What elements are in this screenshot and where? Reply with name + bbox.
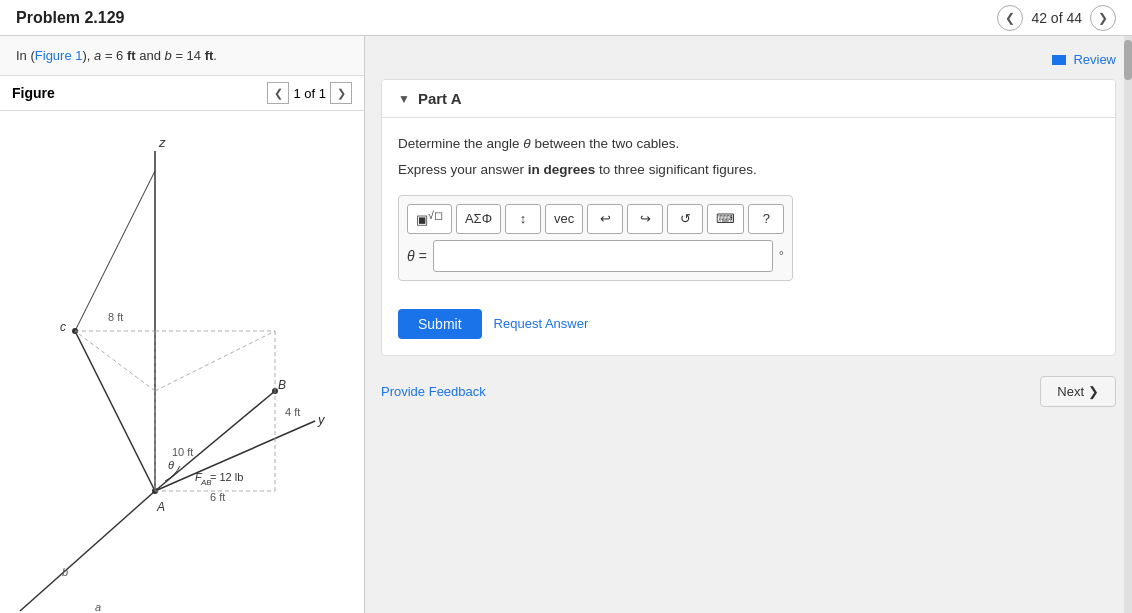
svg-text:10 ft: 10 ft (172, 446, 193, 458)
problem-text-line1: Determine the angle θ between the two ca… (398, 134, 1099, 154)
figure-title: Figure (12, 85, 55, 101)
refresh-button[interactable]: ↺ (667, 204, 703, 234)
answer-unit: ° (779, 248, 784, 263)
svg-text:B: B (278, 378, 286, 392)
undo-icon: ↩ (600, 211, 611, 226)
next-figure-button[interactable]: ❯ (330, 82, 352, 104)
prev-figure-button[interactable]: ❮ (267, 82, 289, 104)
next-arrow-icon: ❯ (1088, 384, 1099, 399)
action-row: Submit Request Answer (398, 309, 1099, 339)
main-layout: In (Figure 1), a = 6 ft and b = 14 ft. F… (0, 36, 1132, 613)
prev-problem-button[interactable]: ❮ (997, 5, 1023, 31)
help-button[interactable]: ? (748, 204, 784, 234)
problem-title: Problem 2.129 (16, 9, 125, 27)
vec-button[interactable]: vec (545, 204, 583, 234)
math-toolbar: ▣√◻ ΑΣΦ ↕ vec ↩ (398, 195, 793, 281)
figure-page-count: 1 of 1 (293, 86, 326, 101)
redo-icon: ↪ (640, 211, 651, 226)
review-icon (1052, 55, 1066, 65)
svg-text:b: b (62, 566, 68, 578)
header-navigation: ❮ 42 of 44 ❯ (997, 5, 1116, 31)
ase-label: ΑΣΦ (465, 211, 492, 226)
prev-arrow-icon: ❮ (1005, 11, 1015, 25)
keyboard-icon: ⌨ (716, 211, 735, 226)
bottom-row: Provide Feedback Next ❯ (381, 376, 1116, 407)
header: Problem 2.129 ❮ 42 of 44 ❯ (0, 0, 1132, 36)
updown-arrow-button[interactable]: ↕ (505, 204, 541, 234)
review-label: Review (1073, 52, 1116, 67)
review-link-container: Review (381, 52, 1116, 67)
svg-text:a: a (95, 601, 101, 613)
ase-button[interactable]: ΑΣΦ (456, 204, 501, 234)
part-header[interactable]: ▼ Part A (382, 80, 1115, 118)
answer-input[interactable] (433, 240, 773, 272)
updown-arrow-icon: ↕ (520, 211, 527, 226)
page-count: 42 of 44 (1031, 10, 1082, 26)
figure-header: Figure ❮ 1 of 1 ❯ (0, 76, 364, 111)
next-arrow-icon: ❯ (1098, 11, 1108, 25)
redo-button[interactable]: ↪ (627, 204, 663, 234)
vec-label: vec (554, 211, 574, 226)
submit-button[interactable]: Submit (398, 309, 482, 339)
fig-prev-icon: ❮ (274, 87, 283, 100)
review-link[interactable]: Review (1052, 52, 1116, 67)
svg-text:A: A (156, 500, 165, 514)
right-panel: Review ▼ Part A Determine the angle θ be… (365, 36, 1132, 613)
part-title: Part A (418, 90, 462, 107)
part-collapse-arrow: ▼ (398, 92, 410, 106)
svg-text:c: c (60, 320, 66, 334)
svg-text:4 ft: 4 ft (285, 406, 300, 418)
answer-label: θ = (407, 248, 427, 264)
svg-text:6 ft: 6 ft (210, 491, 225, 503)
problem-context: In (Figure 1), a = 6 ft and b = 14 ft. (0, 36, 364, 76)
svg-text:8 ft: 8 ft (108, 311, 123, 323)
help-icon: ? (763, 211, 770, 226)
next-label: Next (1057, 384, 1084, 399)
refresh-icon: ↺ (680, 211, 691, 226)
figure-svg: z y x A b a 8 ft 10 ft (0, 111, 350, 613)
request-answer-link[interactable]: Request Answer (494, 316, 589, 331)
svg-text:z: z (158, 135, 166, 150)
svg-text:x: x (9, 609, 17, 613)
left-panel: In (Figure 1), a = 6 ft and b = 14 ft. F… (0, 36, 365, 613)
svg-text:θ: θ (168, 459, 174, 471)
figure-navigation: ❮ 1 of 1 ❯ (267, 82, 352, 104)
keyboard-button[interactable]: ⌨ (707, 204, 744, 234)
next-problem-button[interactable]: ❯ (1090, 5, 1116, 31)
svg-rect-0 (0, 111, 350, 613)
figure1-link[interactable]: Figure 1 (35, 48, 83, 63)
undo-button[interactable]: ↩ (587, 204, 623, 234)
figure-canvas: z y x A b a 8 ft 10 ft (0, 111, 364, 613)
answer-row: θ = ° (407, 240, 784, 272)
fig-next-icon: ❯ (337, 87, 346, 100)
provide-feedback-link[interactable]: Provide Feedback (381, 384, 486, 399)
problem-instruction: Express your answer in degrees to three … (398, 160, 1099, 180)
part-body: Determine the angle θ between the two ca… (382, 118, 1115, 355)
toolbar-row: ▣√◻ ΑΣΦ ↕ vec ↩ (407, 204, 784, 234)
svg-text:= 12 lb: = 12 lb (210, 471, 243, 483)
matrix-sqrt-icon: ▣√◻ (416, 209, 443, 227)
part-card: ▼ Part A Determine the angle θ between t… (381, 79, 1116, 356)
matrix-sqrt-button[interactable]: ▣√◻ (407, 204, 452, 234)
next-button[interactable]: Next ❯ (1040, 376, 1116, 407)
